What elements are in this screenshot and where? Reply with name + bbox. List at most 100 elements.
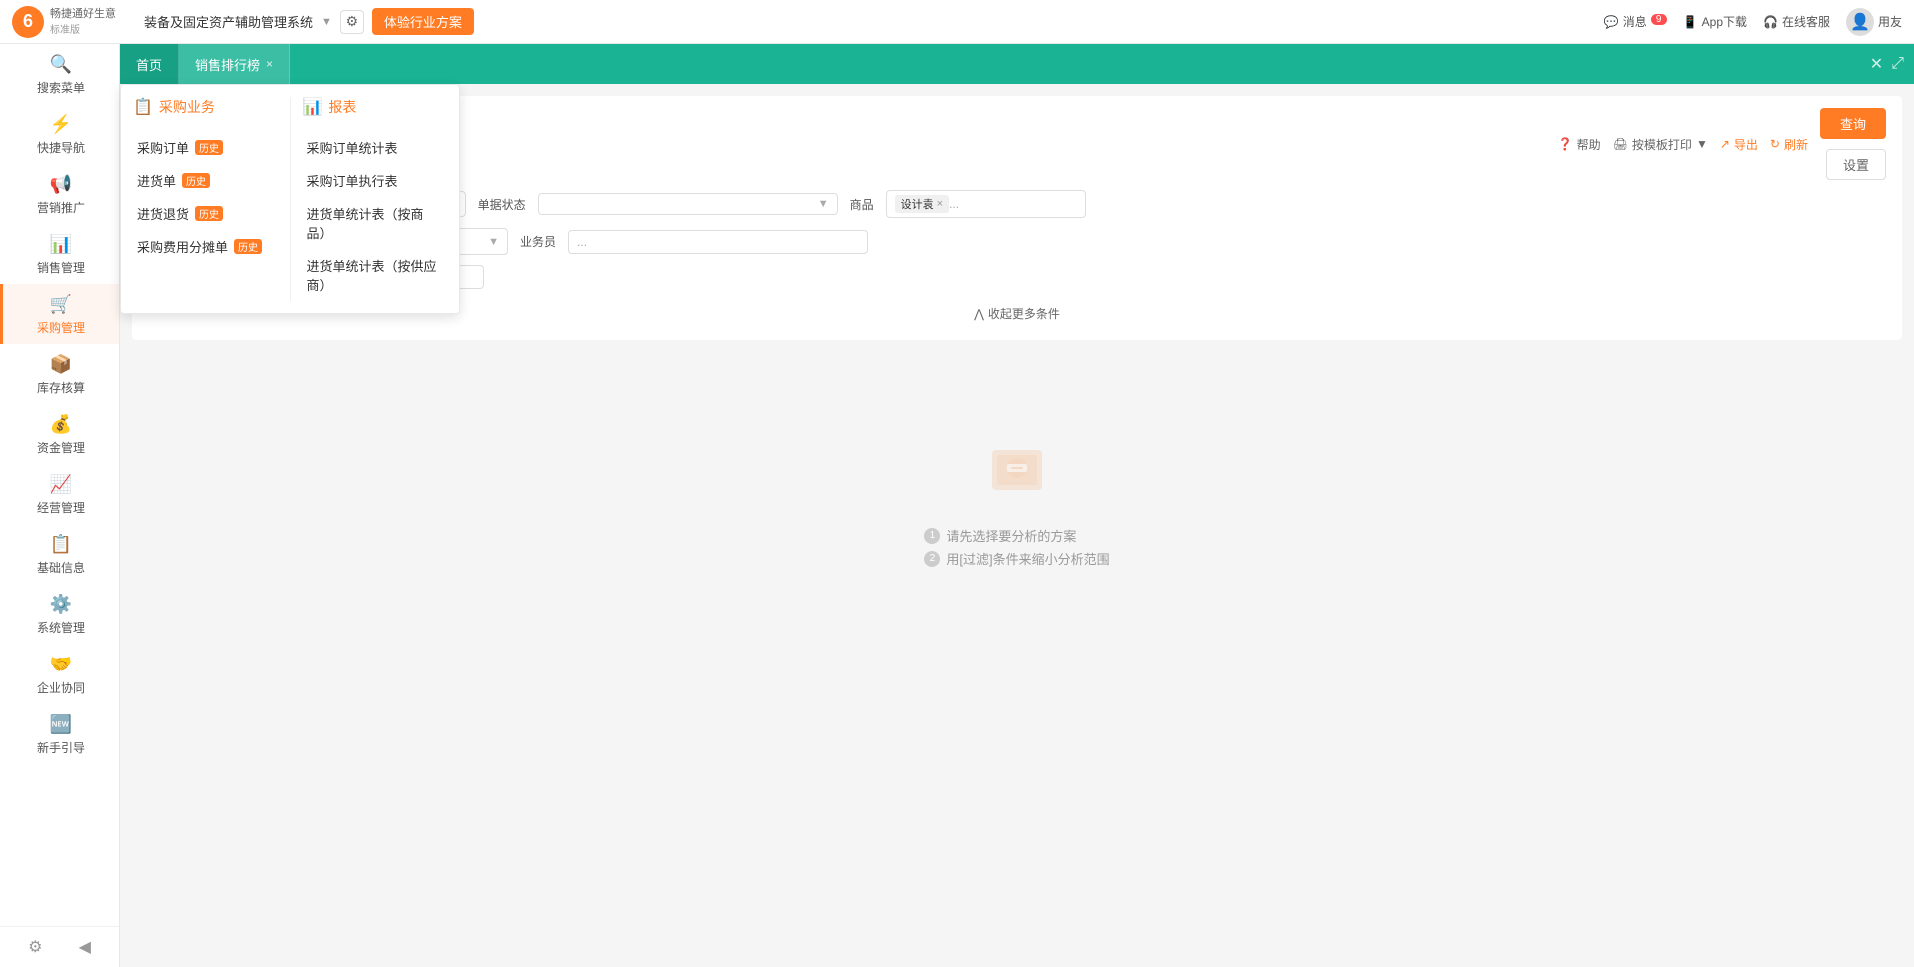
- tab-sales-rank[interactable]: 销售排行榜 ×: [179, 44, 290, 84]
- finance-icon: 💰: [50, 414, 72, 435]
- sidebar-item-marketing-label: 营销推广: [37, 199, 85, 216]
- sidebar: 🔍 搜索菜单 ⚡ 快捷导航 📢 营销推广 📊 销售管理 🛒 采购管理 📦 库存核…: [0, 44, 120, 967]
- goods-dots[interactable]: ...: [949, 197, 959, 211]
- sidebar-item-enterprise-label: 企业协同: [37, 679, 85, 696]
- popup-report-header: 📊 报表: [303, 97, 448, 123]
- tab-actions: ✕ ⤢: [1860, 44, 1914, 84]
- logo-line2: 标准版: [50, 21, 116, 36]
- sidebar-item-basic[interactable]: 📋 基础信息: [0, 524, 119, 584]
- empty-tip-1-label: 请先选择要分析的方案: [946, 526, 1076, 545]
- help-icon: ❓: [1558, 137, 1573, 151]
- goods-tag-close[interactable]: ×: [937, 198, 943, 210]
- tab-home[interactable]: 首页: [120, 44, 179, 84]
- export-btn[interactable]: ↗ 导出: [1720, 136, 1758, 153]
- popup-item-order-exec[interactable]: 采购订单执行表: [303, 164, 448, 197]
- sidebar-collapse-btn[interactable]: ◀: [79, 937, 91, 957]
- sidebar-item-nav-label: 快捷导航: [37, 139, 85, 156]
- popup-item-order-stats[interactable]: 采购订单统计表: [303, 131, 448, 164]
- print-icon: 🖨: [1613, 137, 1628, 151]
- popup-item-purchase-order[interactable]: 采购订单 历史: [133, 131, 278, 164]
- sidebar-item-marketing[interactable]: 📢 营销推广: [0, 164, 119, 224]
- sidebar-item-finance-label: 资金管理: [37, 439, 85, 456]
- tab-close-icon[interactable]: ×: [266, 57, 273, 71]
- tab-restore-btn[interactable]: ⤢: [1891, 55, 1904, 73]
- sidebar-item-inventory[interactable]: 📦 库存核算: [0, 344, 119, 404]
- industry-btn[interactable]: 体验行业方案: [372, 8, 474, 35]
- status-field[interactable]: ▼: [538, 193, 838, 215]
- popup-item-inbound-stats-supplier[interactable]: 进货单统计表（按供应商）: [303, 249, 448, 301]
- sidebar-bottom: ⚙ ◀: [0, 926, 119, 967]
- refresh-btn[interactable]: ↻ 刷新: [1770, 136, 1808, 153]
- online-service-label: 在线客服: [1782, 13, 1830, 30]
- popup-item-inbound-label: 进货单: [137, 171, 176, 190]
- goods-tag: 设计袁 ×: [895, 195, 949, 213]
- print-dropdown-icon: ▼: [1696, 137, 1708, 151]
- sidebar-item-nav[interactable]: ⚡ 快捷导航: [0, 104, 119, 164]
- sidebar-item-purchase-label: 采购管理: [37, 319, 85, 336]
- query-button[interactable]: 查询: [1820, 108, 1886, 139]
- message-label: 消息: [1623, 13, 1647, 30]
- salesperson-field[interactable]: ...: [568, 230, 868, 254]
- header-right: 💬 消息 9 📱 App下载 🎧 在线客服 👤 用友: [1604, 8, 1902, 36]
- salesperson-dots[interactable]: ...: [577, 235, 587, 249]
- sidebar-item-sales-label: 销售管理: [37, 259, 85, 276]
- popup-col-report: 📊 报表 采购订单统计表 采购订单执行表 进货单统计表（按商品） 进货单统计表（…: [290, 97, 460, 301]
- sidebar-item-search[interactable]: 🔍 搜索菜单: [0, 44, 119, 104]
- message-badge: 9: [1651, 14, 1667, 25]
- top-header: 6 畅捷通好生意 标准版 装备及固定资产辅助管理系统 ▼ ⚙ 体验行业方案 💬 …: [0, 0, 1914, 44]
- sidebar-item-system-label: 系统管理: [37, 619, 85, 636]
- message-action[interactable]: 💬 消息 9: [1604, 13, 1667, 30]
- inventory-icon: 📦: [50, 354, 72, 375]
- popup-item-inbound-stats-goods[interactable]: 进货单统计表（按商品）: [303, 197, 448, 249]
- phone-icon: 📱: [1683, 15, 1698, 29]
- guide-icon: 🆕: [50, 714, 72, 735]
- sidebar-item-purchase[interactable]: 🛒 采购管理: [0, 284, 119, 344]
- popup-item-inbound[interactable]: 进货单 历史: [133, 164, 278, 197]
- popup-item-return[interactable]: 进货退货 历史: [133, 197, 278, 230]
- refresh-icon: ↻: [1770, 137, 1780, 151]
- user-action[interactable]: 👤 用友: [1846, 8, 1902, 36]
- sidebar-item-finance[interactable]: 💰 资金管理: [0, 404, 119, 464]
- system-title-dropdown-icon[interactable]: ▼: [321, 16, 332, 28]
- print-btn[interactable]: 🖨 按模板打印 ▼: [1613, 136, 1708, 153]
- tab-close-btn[interactable]: ✕: [1870, 54, 1883, 74]
- popup-item-order-stats-label: 采购订单统计表: [307, 138, 398, 157]
- sidebar-item-management[interactable]: 📈 经营管理: [0, 464, 119, 524]
- popup-item-order-exec-label: 采购订单执行表: [307, 171, 398, 190]
- sidebar-item-guide-label: 新手引导: [37, 739, 85, 756]
- popup-item-expense[interactable]: 采购费用分摊单 历史: [133, 230, 278, 263]
- collapse-up-icon: ⋀: [974, 307, 984, 321]
- settings-button[interactable]: 设置: [1826, 149, 1886, 180]
- empty-illustration: [977, 430, 1057, 510]
- logo-line1: 畅捷通好生意: [50, 7, 116, 21]
- sidebar-item-guide[interactable]: 🆕 新手引导: [0, 704, 119, 764]
- app-download-action[interactable]: 📱 App下载: [1683, 13, 1747, 30]
- sidebar-item-system[interactable]: ⚙️ 系统管理: [0, 584, 119, 644]
- management-icon: 📈: [50, 474, 72, 495]
- system-icon: ⚙️: [50, 594, 72, 615]
- help-btn[interactable]: ❓ 帮助: [1558, 136, 1601, 153]
- empty-state: 1 请先选择要分析的方案 2 用[过滤]条件来缩小分析范围: [132, 350, 1902, 652]
- goods-field[interactable]: 设计袁 × ...: [886, 190, 1086, 218]
- goods-label: 商品: [850, 196, 874, 213]
- popup-item-inbound-stats-goods-label: 进货单统计表（按商品）: [307, 204, 444, 242]
- sidebar-item-management-label: 经营管理: [37, 499, 85, 516]
- popup-item-return-label: 进货退货: [137, 204, 189, 223]
- logo-icon: 6: [12, 6, 44, 38]
- user-label: 用友: [1878, 13, 1902, 30]
- online-service-action[interactable]: 🎧 在线客服: [1763, 13, 1830, 30]
- sidebar-item-enterprise[interactable]: 🤝 企业协同: [0, 644, 119, 704]
- header-middle: 装备及固定资产辅助管理系统 ▼ ⚙ 体验行业方案: [132, 8, 1604, 35]
- search-icon: 🔍: [50, 54, 72, 75]
- collapse-label: 收起更多条件: [988, 305, 1060, 322]
- avatar: 👤: [1846, 8, 1874, 36]
- tab-sales-rank-label: 销售排行榜: [195, 55, 260, 74]
- rank-dropdown-icon: ▼: [488, 236, 499, 248]
- logo-area: 6 畅捷通好生意 标准版: [12, 6, 132, 38]
- gear-button[interactable]: ⚙: [340, 10, 364, 34]
- tab-spacer: [290, 44, 1860, 84]
- system-title: 装备及固定资产辅助管理系统: [144, 12, 313, 31]
- sidebar-settings-btn[interactable]: ⚙: [28, 937, 42, 957]
- export-icon: ↗: [1720, 137, 1730, 151]
- sidebar-item-sales[interactable]: 📊 销售管理: [0, 224, 119, 284]
